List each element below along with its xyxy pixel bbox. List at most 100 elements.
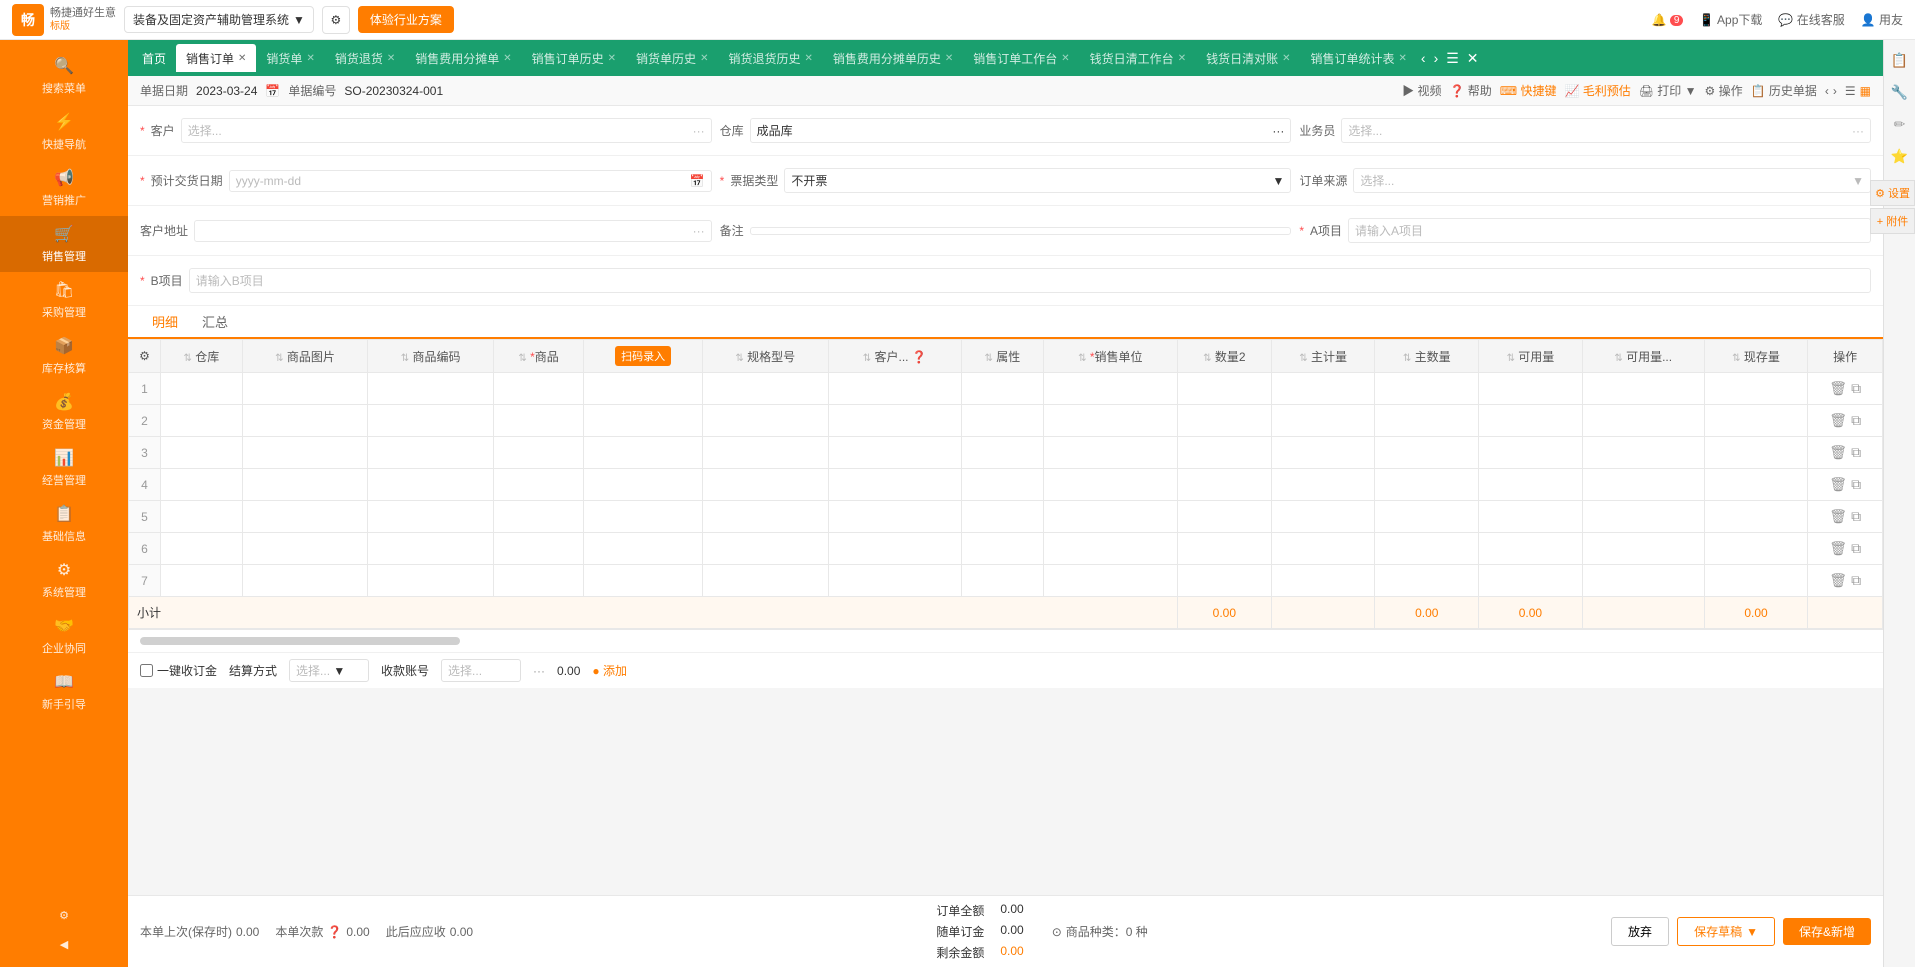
bank-select[interactable]: 选择... [441,659,521,682]
tab-sales-return[interactable]: 销货退货 ✕ [325,44,405,72]
row5-stock[interactable] [1704,501,1808,533]
row2-qty2[interactable] [1177,405,1271,437]
row7-image[interactable] [242,565,368,597]
row4-available-more[interactable] [1582,469,1704,501]
close-tab-goods-history[interactable]: ✕ [700,53,708,64]
row3-qty2[interactable] [1177,437,1271,469]
row7-warehouse[interactable] [161,565,243,597]
setup-float-btn[interactable]: ⚙ 设置 [1870,180,1883,206]
row5-main-unit[interactable] [1271,501,1375,533]
row6-spec[interactable] [702,533,828,565]
row1-main-qty[interactable] [1375,373,1479,405]
print-btn[interactable]: 🖨 打印 ▼ [1639,82,1697,99]
address-input[interactable]: ··· [194,220,712,242]
user-avatar[interactable]: 👤 用友 [1861,11,1903,28]
row6-product[interactable] [493,533,583,565]
row3-main-unit[interactable] [1271,437,1375,469]
row3-delete-icon[interactable]: 🗑 [1829,444,1847,461]
row4-customer-code[interactable] [828,469,961,501]
row4-spec[interactable] [702,469,828,501]
row1-code[interactable] [368,373,494,405]
tab-close-all-btn[interactable]: ✕ [1463,48,1483,69]
row5-unit[interactable] [1043,501,1177,533]
row3-image[interactable] [242,437,368,469]
row6-available-more[interactable] [1582,533,1704,565]
row7-product[interactable] [493,565,583,597]
tab-sales-expense[interactable]: 销售费用分摊单 ✕ [405,44,521,72]
close-tab-expense-history[interactable]: ✕ [945,53,953,64]
row5-code[interactable] [368,501,494,533]
a-project-input[interactable]: 请输入A项目 [1348,218,1871,243]
row6-attribute[interactable] [961,533,1043,565]
system-selector[interactable]: 装备及固定资产辅助管理系统 ▼ [124,6,314,33]
th-settings[interactable]: ⚙ [129,340,161,373]
debt-question-icon[interactable]: ❓ [327,925,342,939]
close-tab-return-history[interactable]: ✕ [804,53,812,64]
row5-available-more[interactable] [1582,501,1704,533]
tab-home[interactable]: 首页 [132,44,176,72]
row3-spec[interactable] [702,437,828,469]
row3-customer-code[interactable] [828,437,961,469]
row6-available[interactable] [1479,533,1583,565]
row2-product[interactable] [493,405,583,437]
history-btn[interactable]: 📋 历史单据 [1751,82,1817,99]
sidebar-item-enterprise[interactable]: 🤝 企业协同 [0,608,128,664]
order-source-input[interactable]: 选择... ▼ [1353,168,1871,193]
row2-main-qty[interactable] [1375,405,1479,437]
row2-copy-icon[interactable]: ⧉ [1851,412,1861,429]
row7-qty2[interactable] [1177,565,1271,597]
sidebar-item-marketing[interactable]: 📢 营销推广 [0,160,128,216]
row5-qty2[interactable] [1177,501,1271,533]
right-panel-icon-4[interactable]: ⭐ [1888,144,1912,168]
staff-input[interactable]: 选择... ··· [1341,118,1871,143]
detail-tab-huizong[interactable]: 汇总 [190,306,240,337]
row1-copy-icon[interactable]: ⧉ [1851,380,1861,397]
online-service-link[interactable]: 💬 在线客服 [1778,11,1844,28]
row1-available-more[interactable] [1582,373,1704,405]
detail-tab-mingxi[interactable]: 明细 [140,306,190,339]
right-panel-icon-3[interactable]: ✏ [1888,112,1912,136]
row6-delete-icon[interactable]: 🗑 [1829,540,1847,557]
save-draft-button[interactable]: 保存草稿 ▼ [1677,917,1775,946]
sidebar-item-basic[interactable]: 📋 基础信息 [0,496,128,552]
row4-main-qty[interactable] [1375,469,1479,501]
row2-spec[interactable] [702,405,828,437]
row7-stock[interactable] [1704,565,1808,597]
row3-available-more[interactable] [1582,437,1704,469]
row6-customer-code[interactable] [828,533,961,565]
row5-delete-icon[interactable]: 🗑 [1829,508,1847,525]
row4-warehouse[interactable] [161,469,243,501]
help-btn[interactable]: ❓ 帮助 [1450,82,1492,99]
tab-order-workspace[interactable]: 销售订单工作台 ✕ [963,44,1079,72]
row3-product[interactable] [493,437,583,469]
nav-next-icon[interactable]: › [1833,84,1837,98]
row7-main-qty[interactable] [1375,565,1479,597]
tab-sales-stat[interactable]: 销售订单统计表 ✕ [1300,44,1416,72]
row2-unit[interactable] [1043,405,1177,437]
row1-main-unit[interactable] [1271,373,1375,405]
tab-daily-clear-workspace[interactable]: 钱货日清工作台 ✕ [1080,44,1196,72]
row2-warehouse[interactable] [161,405,243,437]
warehouse-input[interactable]: 成品库 ··· [750,118,1292,143]
row5-customer-code[interactable] [828,501,961,533]
row5-main-qty[interactable] [1375,501,1479,533]
row3-warehouse[interactable] [161,437,243,469]
row1-warehouse[interactable] [161,373,243,405]
tab-return-history[interactable]: 销货退货历史 ✕ [718,44,822,72]
right-panel-icon-1[interactable]: 📋 [1888,48,1912,72]
row2-available-more[interactable] [1582,405,1704,437]
discard-button[interactable]: 放弃 [1611,917,1669,946]
settlement-select[interactable]: 选择... ▼ [289,659,369,682]
row5-available[interactable] [1479,501,1583,533]
sidebar-item-sales[interactable]: 🛒 销售管理 [0,216,128,272]
horizontal-scrollbar[interactable] [140,637,460,645]
row2-attribute[interactable] [961,405,1043,437]
list-view-icon[interactable]: ☰ [1845,84,1856,98]
delivery-date-input[interactable]: yyyy-mm-dd 📅 [229,170,712,192]
settings-button[interactable]: ⚙ [322,6,350,34]
tab-prev-btn[interactable]: ‹ [1417,48,1430,68]
row4-attribute[interactable] [961,469,1043,501]
sidebar-item-purchase[interactable]: 🛍 采购管理 [0,272,128,328]
row3-code[interactable] [368,437,494,469]
row1-product[interactable] [493,373,583,405]
